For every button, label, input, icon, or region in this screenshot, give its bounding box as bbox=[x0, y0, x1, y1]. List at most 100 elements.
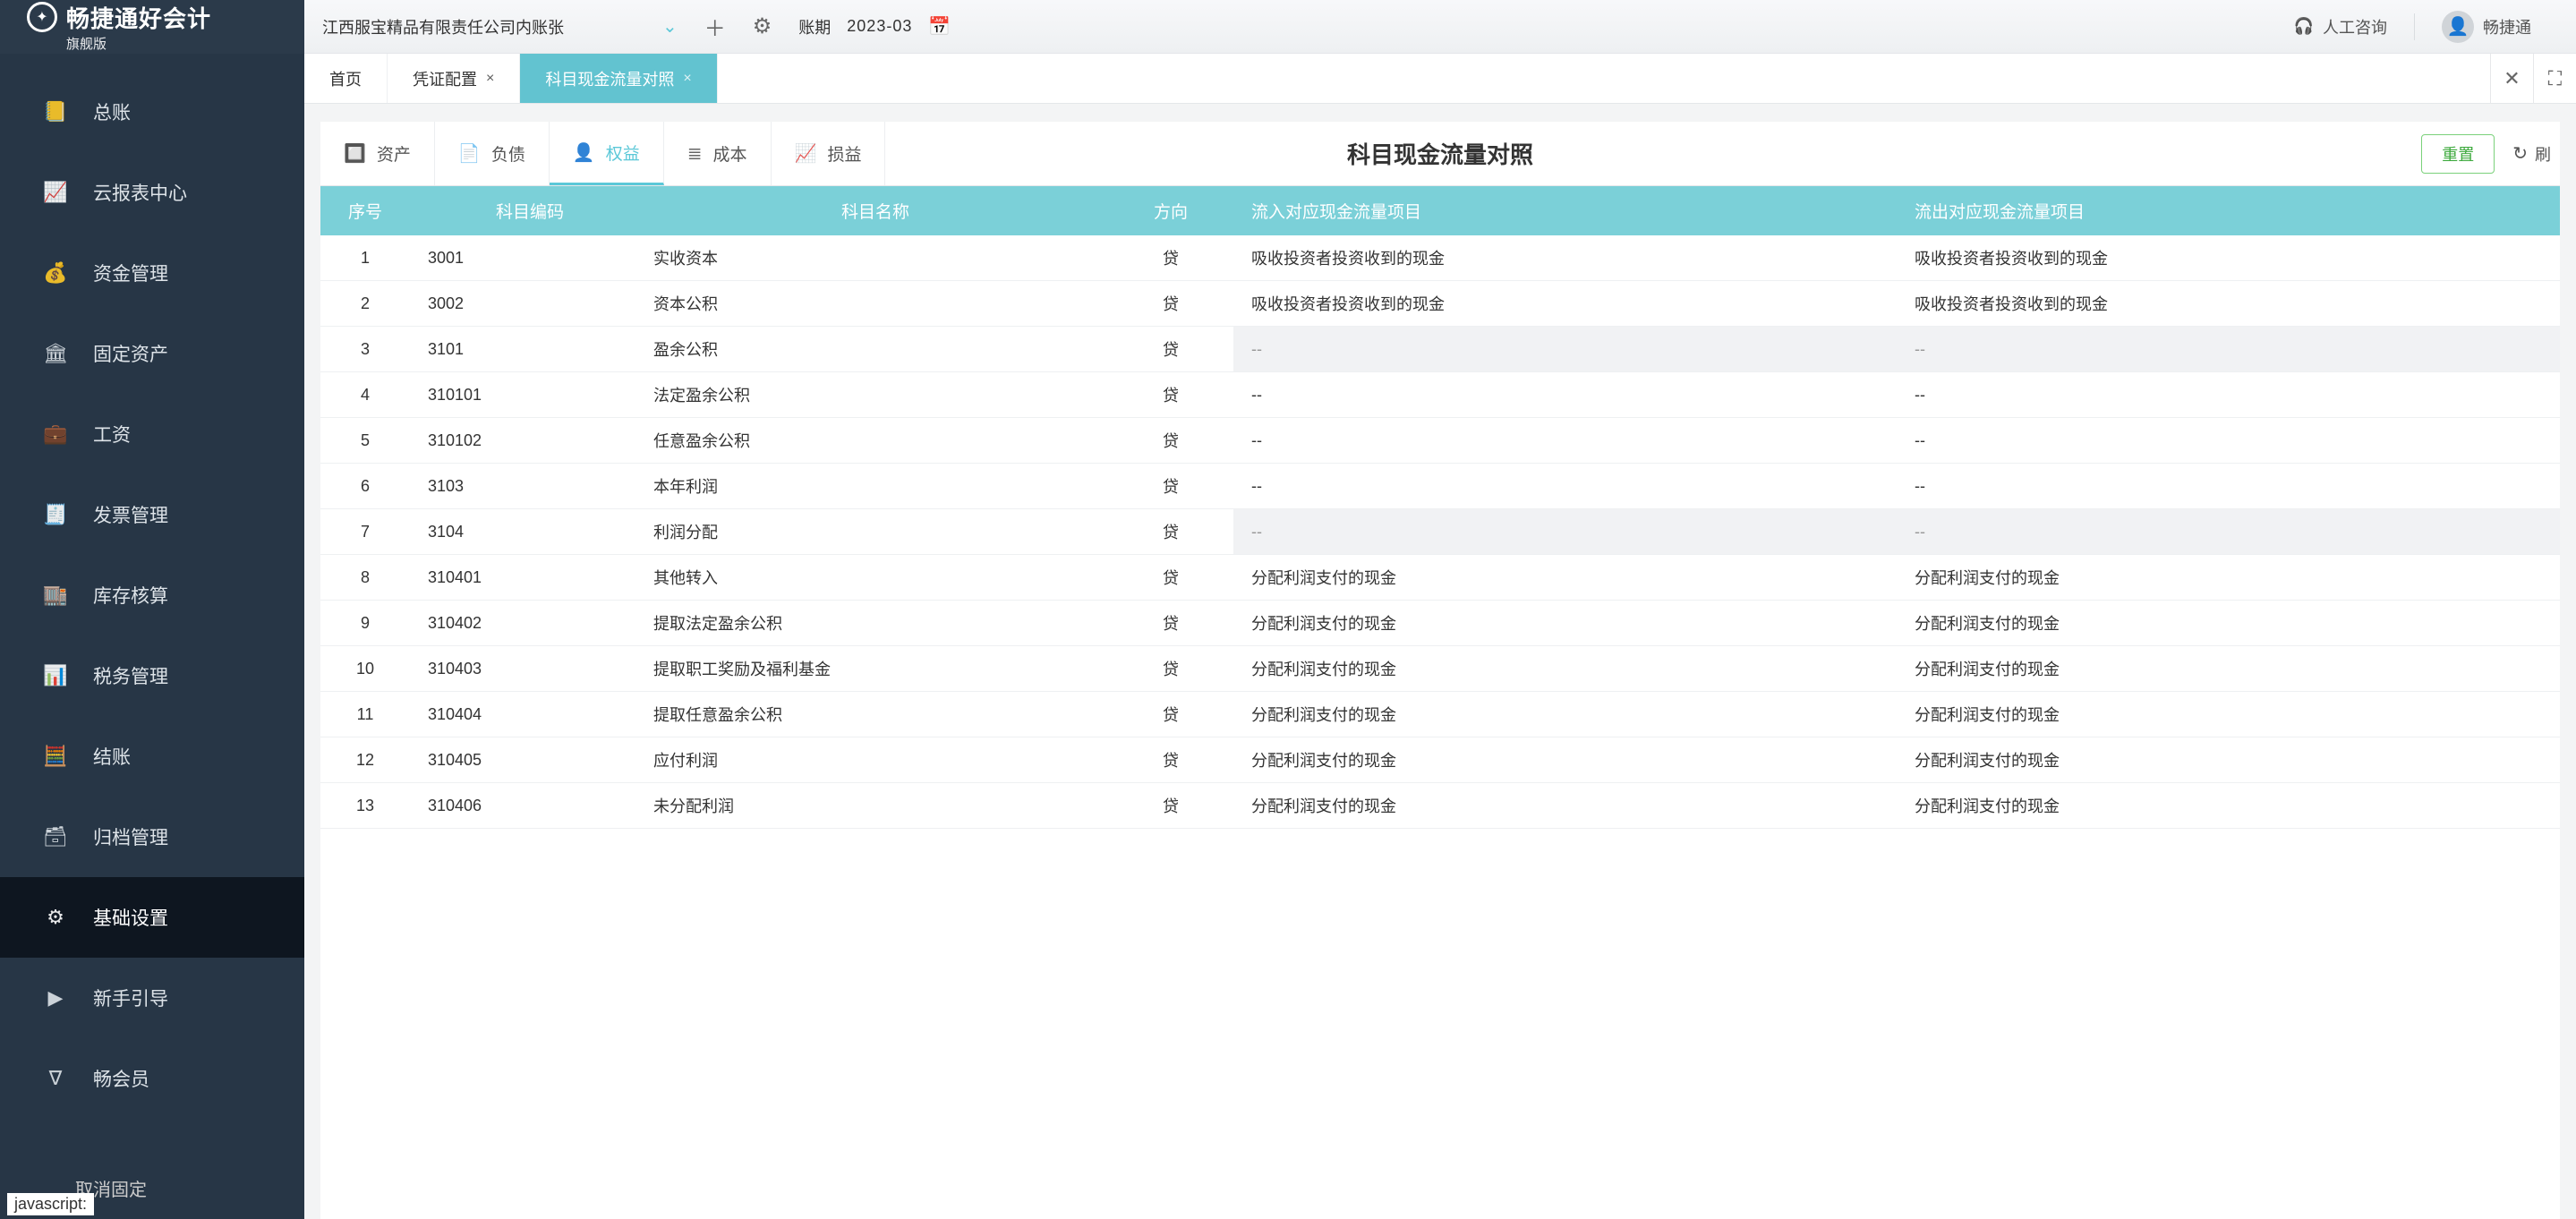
table-row[interactable]: 8310401其他转入贷分配利润支付的现金分配利润支付的现金 bbox=[320, 555, 2560, 601]
sidebar-item-0[interactable]: 📒总账 bbox=[0, 72, 304, 152]
table-row[interactable]: 13001实收资本贷吸收投资者投资收到的现金吸收投资者投资收到的现金 bbox=[320, 235, 2560, 281]
filter-tab-2[interactable]: 👤权益 bbox=[550, 122, 664, 185]
user-menu[interactable]: 👤 畅捷通 bbox=[2442, 11, 2531, 43]
cell: 3 bbox=[320, 327, 410, 372]
sidebar-item-9[interactable]: 🗃归档管理 bbox=[0, 797, 304, 877]
sidebar-item-11[interactable]: ▶新手引导 bbox=[0, 958, 304, 1038]
table-row[interactable]: 12310405应付利润贷分配利润支付的现金分配利润支付的现金 bbox=[320, 737, 2560, 783]
filter-icon: 📈 bbox=[795, 142, 817, 165]
gear-icon[interactable]: ⚙ bbox=[753, 13, 772, 39]
reset-button[interactable]: 重置 bbox=[2421, 134, 2495, 174]
refresh-button[interactable]: ↻ 刷 bbox=[2512, 142, 2551, 166]
table-row[interactable]: 23002资本公积贷吸收投资者投资收到的现金吸收投资者投资收到的现金 bbox=[320, 281, 2560, 327]
table-row[interactable]: 5310102任意盈余公积贷---- bbox=[320, 418, 2560, 464]
cell: 8 bbox=[320, 555, 410, 601]
cell: 1 bbox=[320, 235, 410, 281]
cell: 盈余公积 bbox=[643, 327, 1108, 372]
cell: -- bbox=[1897, 327, 2560, 372]
sidebar-item-10[interactable]: ⚙基础设置 bbox=[0, 877, 304, 958]
cell: 贷 bbox=[1108, 372, 1233, 418]
sidebar-label: 库存核算 bbox=[93, 582, 168, 609]
period-value[interactable]: 2023-03 bbox=[847, 17, 912, 36]
chevron-down-icon: ⌄ bbox=[662, 15, 678, 38]
close-icon[interactable]: × bbox=[486, 71, 494, 87]
cell: 利润分配 bbox=[643, 509, 1108, 555]
table-row[interactable]: 9310402提取法定盈余公积贷分配利润支付的现金分配利润支付的现金 bbox=[320, 601, 2560, 646]
cell: 3101 bbox=[410, 327, 643, 372]
cell: 9 bbox=[320, 601, 410, 646]
tab-label: 凭证配置 bbox=[413, 67, 477, 90]
table-row[interactable]: 4310101法定盈余公积贷---- bbox=[320, 372, 2560, 418]
column-header: 流入对应现金流量项目 bbox=[1233, 186, 1897, 235]
filter-tab-4[interactable]: 📈损益 bbox=[772, 122, 886, 185]
cell: 分配利润支付的现金 bbox=[1233, 555, 1897, 601]
sidebar-item-7[interactable]: 📊 税务管理 bbox=[0, 635, 304, 716]
sidebar-label: 新手引导 bbox=[93, 985, 168, 1011]
fullscreen-button[interactable]: ⛶ bbox=[2533, 54, 2576, 104]
column-header: 科目名称 bbox=[643, 186, 1108, 235]
cell: 吸收投资者投资收到的现金 bbox=[1897, 281, 2560, 327]
sidebar-label: 畅会员 bbox=[93, 1065, 149, 1092]
column-header: 流出对应现金流量项目 bbox=[1897, 186, 2560, 235]
sidebar: 📒总账📈云报表中心💰资金管理 🏛 固定资产 💼工资🧾发票管理🏬库存核算 📊 税务管理 🧮结账… bbox=[0, 54, 304, 1219]
sidebar-label: 基础设置 bbox=[93, 904, 168, 931]
cell: 提取任意盈余公积 bbox=[643, 692, 1108, 737]
table-row[interactable]: 73104利润分配贷---- bbox=[320, 509, 2560, 555]
cell: 贷 bbox=[1108, 509, 1233, 555]
cell: 吸收投资者投资收到的现金 bbox=[1897, 235, 2560, 281]
sidebar-icon: 📊 bbox=[43, 664, 68, 687]
column-header: 序号 bbox=[320, 186, 410, 235]
sidebar-item-5[interactable]: 🧾发票管理 bbox=[0, 474, 304, 555]
sidebar-item-1[interactable]: 📈云报表中心 bbox=[0, 152, 304, 233]
page-tab-0[interactable]: 首页 bbox=[304, 54, 388, 103]
sidebar-icon: 🏛 bbox=[43, 342, 68, 365]
company-selector[interactable]: 江西服宝精品有限责任公司内账张 ⌄ bbox=[322, 0, 678, 54]
cell: 吸收投资者投资收到的现金 bbox=[1233, 235, 1897, 281]
table-row[interactable]: 13310406未分配利润贷分配利润支付的现金分配利润支付的现金 bbox=[320, 783, 2560, 829]
filter-tab-3[interactable]: ≣成本 bbox=[664, 122, 772, 185]
table-row[interactable]: 10310403提取职工奖励及福利基金贷分配利润支付的现金分配利润支付的现金 bbox=[320, 646, 2560, 692]
close-icon[interactable]: × bbox=[683, 71, 691, 87]
sidebar-item-6[interactable]: 🏬库存核算 bbox=[0, 555, 304, 635]
cell: 310403 bbox=[410, 646, 643, 692]
sidebar-label: 税务管理 bbox=[93, 662, 168, 689]
cell: 310404 bbox=[410, 692, 643, 737]
cell: 3104 bbox=[410, 509, 643, 555]
filter-tab-1[interactable]: 📄负债 bbox=[435, 122, 550, 185]
cell: -- bbox=[1897, 464, 2560, 509]
consult-label: 人工咨询 bbox=[2323, 15, 2387, 38]
close-tab-button[interactable]: ✕ bbox=[2490, 54, 2533, 104]
page-tabs: 首页凭证配置×科目现金流量对照× ✕ ⛶ bbox=[304, 54, 2576, 104]
cell: 分配利润支付的现金 bbox=[1233, 783, 1897, 829]
cell: 310401 bbox=[410, 555, 643, 601]
cell: 贷 bbox=[1108, 418, 1233, 464]
sidebar-item-12[interactable]: ∇畅会员 bbox=[0, 1038, 304, 1119]
sidebar-label: 总账 bbox=[93, 98, 131, 125]
cell: 10 bbox=[320, 646, 410, 692]
table-row[interactable]: 33101盈余公积贷---- bbox=[320, 327, 2560, 372]
page-tab-1[interactable]: 凭证配置 × bbox=[388, 54, 520, 103]
filter-tab-0[interactable]: 🔲资产 bbox=[320, 122, 435, 185]
cell: 分配利润支付的现金 bbox=[1233, 692, 1897, 737]
cell: -- bbox=[1233, 327, 1897, 372]
sidebar-item-4[interactable]: 💼工资 bbox=[0, 394, 304, 474]
cell: 分配利润支付的现金 bbox=[1897, 737, 2560, 783]
sidebar-label: 固定资产 bbox=[93, 340, 168, 367]
logo-text: 畅捷通好会计 bbox=[66, 1, 211, 34]
sidebar-item-3[interactable]: 🏛 固定资产 bbox=[0, 313, 304, 394]
page-tab-2[interactable]: 科目现金流量对照× bbox=[520, 54, 717, 103]
cell: 分配利润支付的现金 bbox=[1233, 601, 1897, 646]
add-icon[interactable]: ＋ bbox=[704, 11, 726, 42]
filter-icon: ≣ bbox=[687, 142, 703, 165]
sidebar-item-2[interactable]: 💰资金管理 bbox=[0, 233, 304, 313]
company-name: 江西服宝精品有限责任公司内账张 bbox=[322, 15, 564, 38]
tab-label: 首页 bbox=[329, 67, 362, 90]
calendar-icon[interactable]: 📅 bbox=[928, 15, 951, 38]
table-row[interactable]: 11310404提取任意盈余公积贷分配利润支付的现金分配利润支付的现金 bbox=[320, 692, 2560, 737]
sidebar-item-8[interactable]: 🧮结账 bbox=[0, 716, 304, 797]
consult-link[interactable]: 🎧 人工咨询 bbox=[2294, 15, 2387, 38]
cell: 未分配利润 bbox=[643, 783, 1108, 829]
cell: 贷 bbox=[1108, 692, 1233, 737]
cell: 分配利润支付的现金 bbox=[1233, 737, 1897, 783]
table-row[interactable]: 63103本年利润贷---- bbox=[320, 464, 2560, 509]
